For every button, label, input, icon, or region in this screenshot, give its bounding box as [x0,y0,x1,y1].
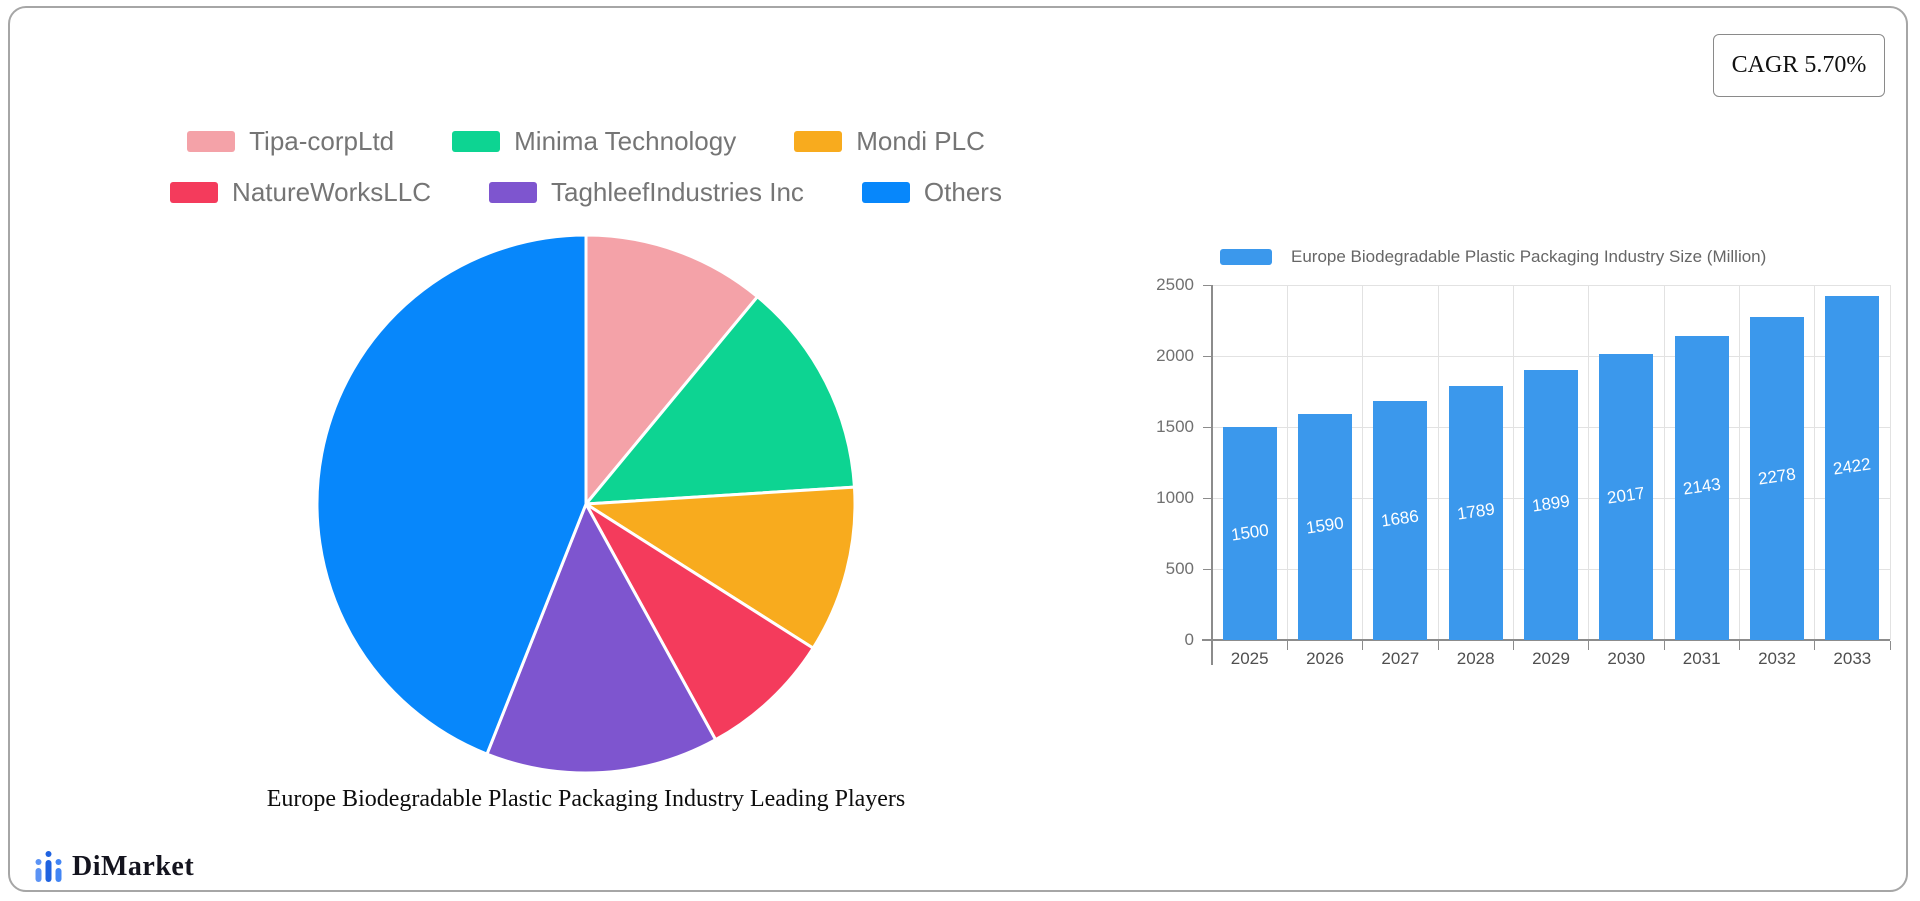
bar-chart-legend[interactable]: Europe Biodegradable Plastic Packaging I… [1220,247,1766,267]
pie-legend-row: Tipa-corpLtd Minima Technology Mondi PLC [187,126,985,157]
cagr-badge-label: CAGR 5.70% [1731,52,1867,78]
legend-label: Tipa-corpLtd [249,126,395,156]
legend-label: NatureWorksLLC [232,176,431,207]
y-axis-tick [1203,355,1212,357]
legend-swatch [170,182,219,204]
pie-chart [315,233,857,775]
x-axis-tick-label: 2026 [1306,649,1344,668]
x-axis-tick-label: 2033 [1833,649,1872,668]
gridline-vertical [1663,285,1665,640]
bar-chart-plot: 0 500 1000 1500 2000 2500 1500 2025 1590 2026 1686… [1156,275,1891,668]
y-axis-tick-label: 500 [1165,559,1194,578]
legend-swatch [861,182,910,204]
gridline-vertical [1889,285,1891,640]
y-axis-tick [1203,639,1212,641]
bar-legend-swatch [1220,249,1272,265]
pie-chart-title: Europe Biodegradable Plastic Packaging I… [266,786,906,812]
y-axis-line [1211,285,1213,665]
x-axis-tick-label: 2028 [1456,649,1495,668]
cagr-badge: CAGR 5.70% [1713,34,1885,97]
gridline-vertical [1286,285,1288,640]
legend-swatch [488,182,537,204]
x-axis-tick-label: 2031 [1682,649,1721,668]
x-axis-tick-label: 2032 [1758,649,1796,668]
gridline-vertical [1814,285,1816,640]
legend-label: Minima Technology [514,126,737,156]
y-axis-tick [1203,284,1212,286]
y-axis-tick-label: 2000 [1156,346,1194,365]
legend-item-mondi-plc[interactable]: Mondi PLC [794,126,985,157]
x-axis-tick-label: 2025 [1230,649,1269,668]
legend-item-minima-technology[interactable]: Minima Technology [452,126,737,157]
gridline-vertical [1437,285,1439,640]
gridline-vertical [1362,285,1364,640]
y-axis-tick-label: 1500 [1156,417,1194,436]
y-axis-tick-label: 0 [1184,630,1194,649]
pie-legend-row: NatureWorksLLC TaghleefIndustries Inc Othe… [170,176,1002,208]
y-axis-tick [1203,568,1212,570]
gridline-vertical [1588,285,1590,640]
y-axis-tick-label: 1000 [1156,488,1194,507]
legend-label: TaghleefIndustries Inc [550,176,804,207]
legend-item-others[interactable]: Others [861,176,1002,208]
brand-name: DiMarket [72,851,195,882]
legend-item-natureworksllc[interactable]: NatureWorksLLC [170,176,431,208]
legend-item-tipa-corpltd[interactable]: Tipa-corpLtd [187,126,395,157]
x-axis-tick-label: 2027 [1381,649,1420,668]
legend-swatch [452,131,501,153]
legend-swatch [187,131,236,153]
legend-label: Mondi PLC [856,126,985,156]
pie-legend: Tipa-corpLtd Minima Technology Mondi PLC N… [106,126,1066,208]
brand-logo[interactable]: DiMarket [34,850,194,884]
gridline-horizontal [1212,284,1890,286]
legend-swatch [794,131,843,153]
x-axis-tick-label: 2030 [1607,649,1646,668]
y-axis-tick-label: 2500 [1156,275,1194,294]
legend-item-taghleefindustries-inc[interactable]: TaghleefIndustries Inc [488,176,804,208]
y-axis-tick [1203,426,1212,428]
y-axis-tick [1203,497,1212,499]
gridline-vertical [1512,285,1514,640]
legend-label: Others [923,176,1002,207]
gridline-vertical [1738,285,1740,640]
bar-legend-label: Europe Biodegradable Plastic Packaging I… [1291,247,1767,266]
bar-chart-logo-icon [35,851,62,882]
x-axis-tick-label: 2029 [1532,649,1570,668]
